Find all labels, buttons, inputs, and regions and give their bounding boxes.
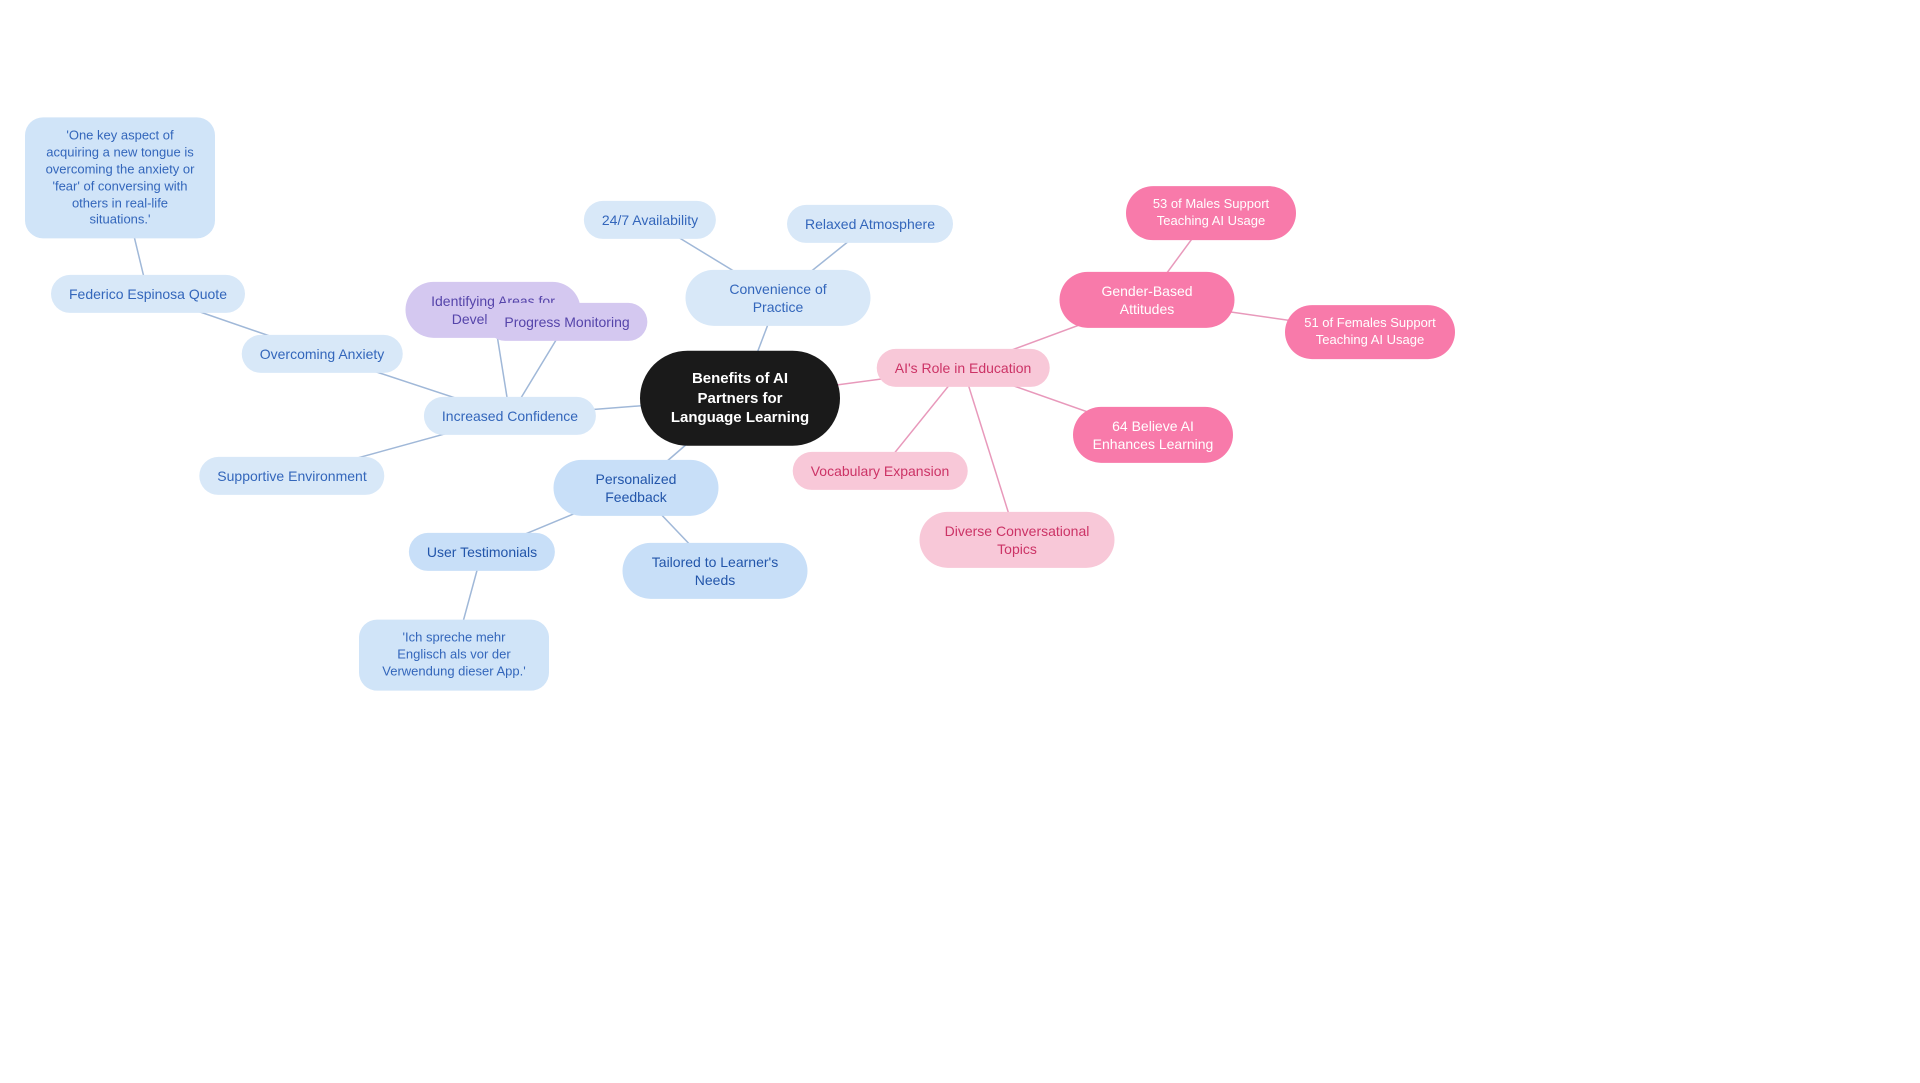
federico-quote-node: 'One key aspect of acquiring a new tongu…: [25, 117, 215, 238]
progress-node: Progress Monitoring: [486, 303, 647, 341]
availability-node: 24/7 Availability: [584, 201, 716, 239]
overcoming-node: Overcoming Anxiety: [242, 335, 403, 373]
diverse-node: Diverse Conversational Topics: [920, 512, 1115, 568]
mindmap-container: Benefits of AI Partners for Language Lea…: [0, 0, 1920, 1083]
personalized-node: Personalized Feedback: [554, 460, 719, 516]
females-node: 51 of Females Support Teaching AI Usage: [1285, 305, 1455, 359]
testimonials-node: User Testimonials: [409, 533, 555, 571]
relaxed-node: Relaxed Atmosphere: [787, 205, 953, 243]
believe-node: 64 Believe AI Enhances Learning: [1073, 407, 1233, 463]
center-node: Benefits of AI Partners for Language Lea…: [640, 351, 840, 446]
supportive-node: Supportive Environment: [199, 457, 384, 495]
gender-node: Gender-Based Attitudes: [1060, 272, 1235, 328]
convenience-node: Convenience of Practice: [686, 270, 871, 326]
vocabulary-node: Vocabulary Expansion: [793, 452, 968, 490]
ais-role-node: AI's Role in Education: [877, 349, 1050, 387]
federico-node: Federico Espinosa Quote: [51, 275, 245, 313]
quote1-node: 'Ich spreche mehr Englisch als vor der V…: [359, 620, 549, 691]
tailored-node: Tailored to Learner's Needs: [623, 543, 808, 599]
males-node: 53 of Males Support Teaching AI Usage: [1126, 186, 1296, 240]
confidence-node: Increased Confidence: [424, 397, 596, 435]
